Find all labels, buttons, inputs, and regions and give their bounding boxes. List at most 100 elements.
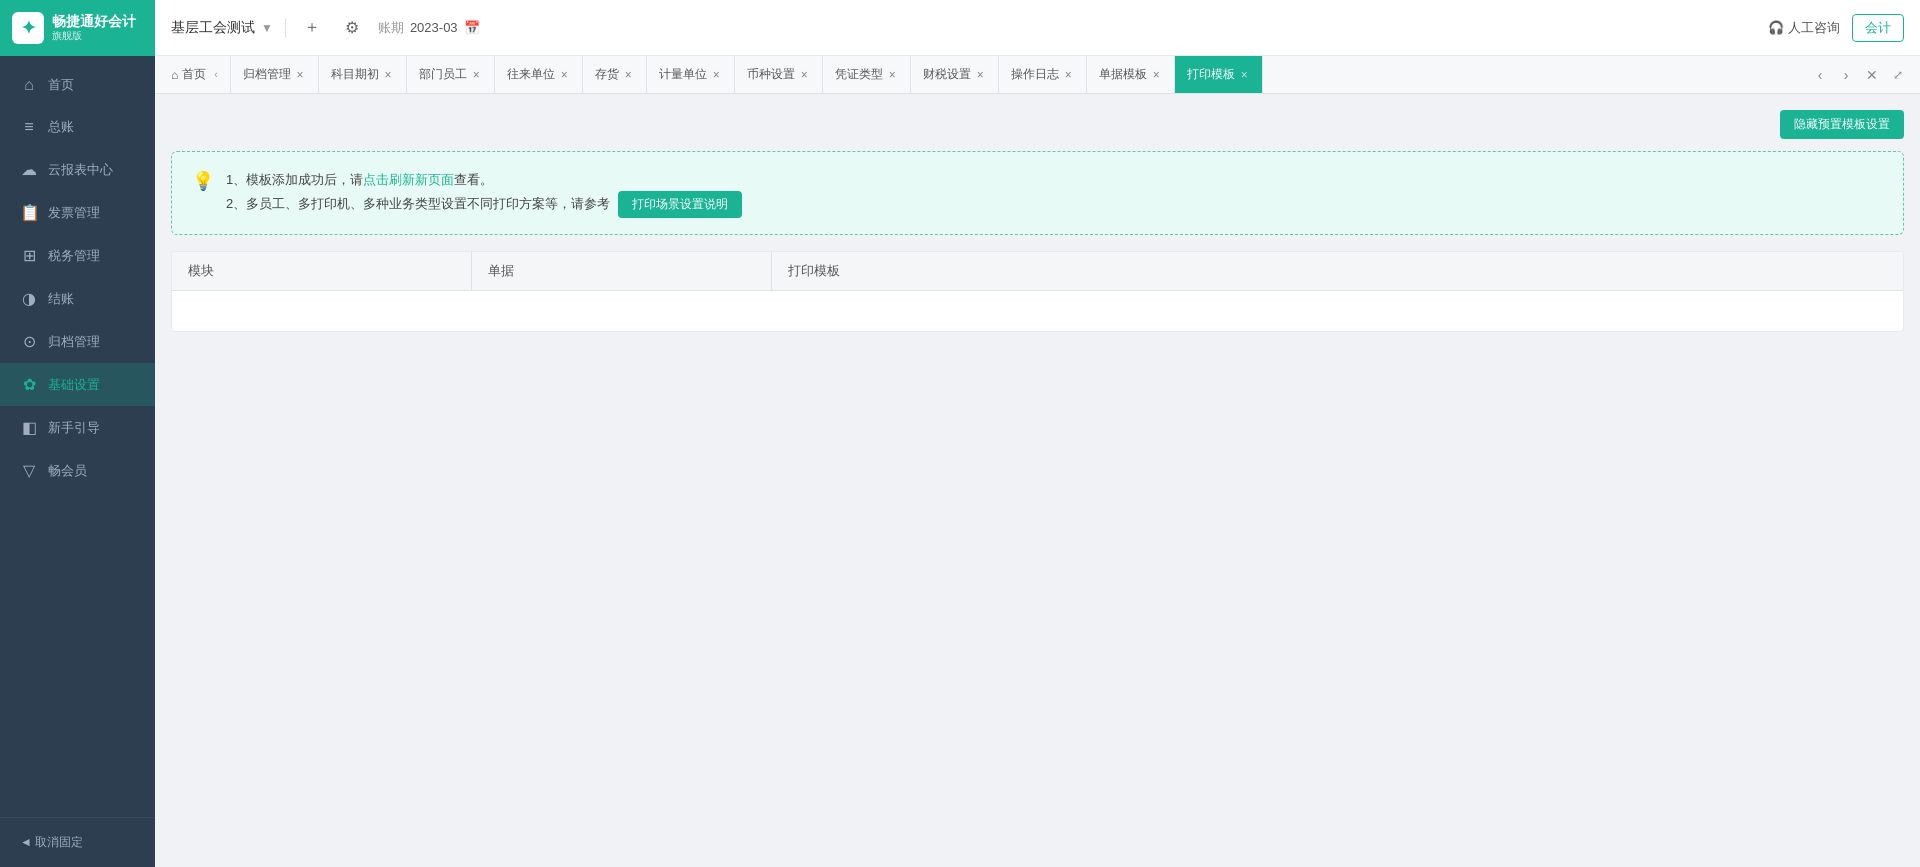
sidebar-item-reports[interactable]: ☁ 云报表中心 <box>0 148 155 191</box>
col-module: 模块 <box>172 252 472 290</box>
main-area: 基层工会测试 ▼ ＋ ⚙ 账期 2023-03 📅 🎧 人工咨询 会计 ⌂ 首页… <box>155 0 1920 867</box>
headset-icon: 🎧 <box>1768 20 1784 35</box>
tab-unit[interactable]: 计量单位 × <box>647 56 735 94</box>
tab-taxsettings-label: 财税设置 <box>923 66 971 83</box>
topbar-right: 🎧 人工咨询 会计 <box>1768 14 1904 42</box>
sidebar-logo: ✦ 畅捷通好会计 旗舰版 <box>0 0 155 56</box>
archive-icon: ⊙ <box>20 332 38 351</box>
sidebar-item-close[interactable]: ◑ 结账 <box>0 277 155 320</box>
tab-currency[interactable]: 币种设置 × <box>735 56 823 94</box>
tab-archive[interactable]: 归档管理 × <box>231 56 319 94</box>
tab-inventory-label: 存货 <box>595 66 619 83</box>
sidebar-item-guide[interactable]: ◧ 新手引导 <box>0 406 155 449</box>
col-doc: 单据 <box>472 252 772 290</box>
tab-vouchertype-label: 凭证类型 <box>835 66 883 83</box>
logo-icon: ✦ <box>12 12 44 44</box>
sidebar-unpin[interactable]: ◄ 取消固定 <box>0 817 155 867</box>
sidebar-label-settings: 基础设置 <box>48 376 100 394</box>
table-header: 模块 单据 打印模板 <box>172 252 1903 291</box>
tab-inventory-close[interactable]: × <box>623 68 634 82</box>
tab-singledoc[interactable]: 单据模板 × <box>1087 56 1175 94</box>
project-name: 基层工会测试 <box>171 19 255 37</box>
tab-unit-close[interactable]: × <box>711 68 722 82</box>
tab-oplog-label: 操作日志 <box>1011 66 1059 83</box>
sidebar-label-ledger: 总账 <box>48 118 74 136</box>
sidebar-item-ledger[interactable]: ≡ 总账 <box>0 106 155 148</box>
tab-vouchertype-close[interactable]: × <box>887 68 898 82</box>
tab-home[interactable]: ⌂ 首页 ‹ <box>159 56 231 94</box>
content-area: 隐藏预置模板设置 💡 1、模板添加成功后，请点击刷新新页面查看。 2、多员工、多… <box>155 94 1920 867</box>
info-line1-prefix: 1、模板添加成功后，请 <box>226 172 363 187</box>
hide-template-button[interactable]: 隐藏预置模板设置 <box>1780 110 1904 139</box>
sidebar-item-settings[interactable]: ✿ 基础设置 <box>0 363 155 406</box>
tab-currency-label: 币种设置 <box>747 66 795 83</box>
tab-prev-button[interactable]: ‹ <box>1808 63 1832 87</box>
sidebar-item-member[interactable]: ▽ 畅会员 <box>0 449 155 492</box>
tab-dept-close[interactable]: × <box>471 68 482 82</box>
sidebar-item-home[interactable]: ⌂ 首页 <box>0 64 155 106</box>
tab-printtemplate-label: 打印模板 <box>1187 66 1235 83</box>
sidebar-nav: ⌂ 首页 ≡ 总账 ☁ 云报表中心 📋 发票管理 ⊞ 税务管理 ◑ 结账 ⊙ 归… <box>0 56 155 817</box>
sidebar-item-invoice[interactable]: 📋 发票管理 <box>0 191 155 234</box>
print-explain-button[interactable]: 打印场景设置说明 <box>618 191 742 218</box>
sidebar-label-invoice: 发票管理 <box>48 204 100 222</box>
sidebar: ✦ 畅捷通好会计 旗舰版 ⌂ 首页 ≡ 总账 ☁ 云报表中心 📋 发票管理 ⊞ … <box>0 0 155 867</box>
tab-subject[interactable]: 科目期初 × <box>319 56 407 94</box>
tab-currency-close[interactable]: × <box>799 68 810 82</box>
info-box: 💡 1、模板添加成功后，请点击刷新新页面查看。 2、多员工、多打印机、多种业务类… <box>171 151 1904 235</box>
invoice-icon: 📋 <box>20 203 38 222</box>
settings-button[interactable]: ⚙ <box>338 14 366 42</box>
tab-next-button[interactable]: › <box>1834 63 1858 87</box>
tab-close-all-button[interactable]: ✕ <box>1860 63 1884 87</box>
sidebar-item-archive[interactable]: ⊙ 归档管理 <box>0 320 155 363</box>
sidebar-label-member: 畅会员 <box>48 462 87 480</box>
home-tab-prev[interactable]: ‹ <box>214 69 217 80</box>
tab-taxsettings[interactable]: 财税设置 × <box>911 56 999 94</box>
topbar: 基层工会测试 ▼ ＋ ⚙ 账期 2023-03 📅 🎧 人工咨询 会计 <box>155 0 1920 56</box>
tab-subject-label: 科目期初 <box>331 66 379 83</box>
account-button[interactable]: 会计 <box>1852 14 1904 42</box>
tab-inventory[interactable]: 存货 × <box>583 56 647 94</box>
tab-printtemplate[interactable]: 打印模板 × <box>1175 56 1263 94</box>
period-value: 2023-03 <box>410 20 458 35</box>
info-content: 1、模板添加成功后，请点击刷新新页面查看。 2、多员工、多打印机、多种业务类型设… <box>226 168 1883 218</box>
topbar-divider-1 <box>285 18 286 38</box>
tab-dept[interactable]: 部门员工 × <box>407 56 495 94</box>
info-line2-prefix: 2、多员工、多打印机、多种业务类型设置不同打印方案等，请参考 <box>226 196 610 211</box>
project-selector[interactable]: 基层工会测试 ▼ <box>171 19 273 37</box>
logo-sub: 旗舰版 <box>52 29 136 43</box>
tax-icon: ⊞ <box>20 246 38 265</box>
sidebar-label-reports: 云报表中心 <box>48 161 113 179</box>
home-tab-label: 首页 <box>182 66 206 83</box>
tab-counterparty[interactable]: 往来单位 × <box>495 56 583 94</box>
refresh-link[interactable]: 点击刷新新页面 <box>363 172 454 187</box>
action-bar: 隐藏预置模板设置 <box>171 110 1904 139</box>
tab-expand-button[interactable]: ⤢ <box>1886 63 1910 87</box>
sidebar-item-tax[interactable]: ⊞ 税务管理 <box>0 234 155 277</box>
tab-singledoc-close[interactable]: × <box>1151 68 1162 82</box>
support-label: 人工咨询 <box>1788 19 1840 37</box>
tab-printtemplate-close[interactable]: × <box>1239 68 1250 82</box>
account-label: 会计 <box>1865 20 1891 35</box>
period-label: 账期 <box>378 19 404 37</box>
tab-taxsettings-close[interactable]: × <box>975 68 986 82</box>
sidebar-label-home: 首页 <box>48 76 74 94</box>
unpin-label: ◄ 取消固定 <box>20 834 83 851</box>
period-info: 账期 2023-03 📅 <box>378 19 480 37</box>
tab-oplog-close[interactable]: × <box>1063 68 1074 82</box>
ledger-icon: ≡ <box>20 118 38 136</box>
tab-oplog[interactable]: 操作日志 × <box>999 56 1087 94</box>
info-line1-suffix: 查看。 <box>454 172 493 187</box>
tab-singledoc-label: 单据模板 <box>1099 66 1147 83</box>
tab-counterparty-label: 往来单位 <box>507 66 555 83</box>
tab-archive-close[interactable]: × <box>295 68 306 82</box>
support-button[interactable]: 🎧 人工咨询 <box>1768 19 1840 37</box>
add-project-button[interactable]: ＋ <box>298 14 326 42</box>
tab-vouchertype[interactable]: 凭证类型 × <box>823 56 911 94</box>
tab-counterparty-close[interactable]: × <box>559 68 570 82</box>
calendar-icon[interactable]: 📅 <box>464 20 480 35</box>
home-tab-icon: ⌂ <box>171 68 178 82</box>
info-line-2: 2、多员工、多打印机、多种业务类型设置不同打印方案等，请参考 打印场景设置说明 <box>226 191 1883 218</box>
tab-subject-close[interactable]: × <box>383 68 394 82</box>
data-table: 模块 单据 打印模板 <box>171 251 1904 332</box>
